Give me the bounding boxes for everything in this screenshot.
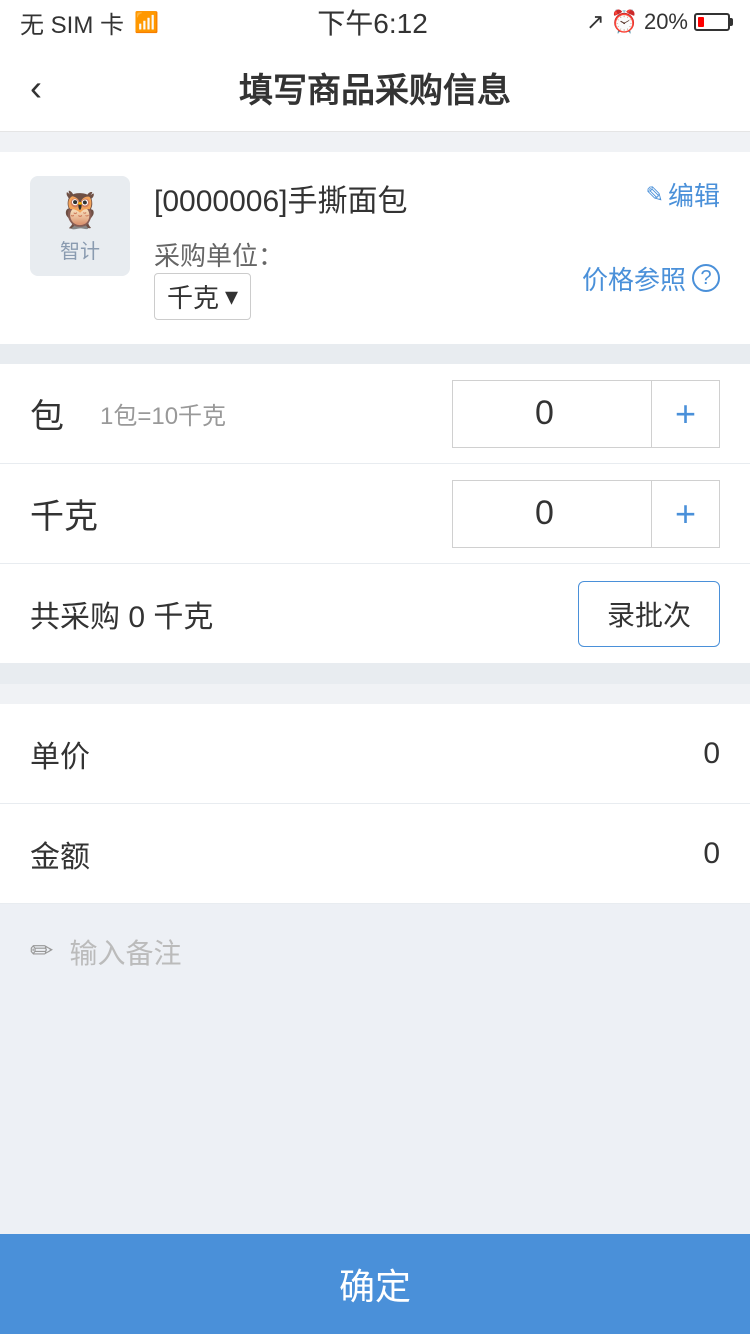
quantity-label-bag: 包 <box>30 389 90 438</box>
carrier-text: 无 SIM 卡 <box>20 5 124 40</box>
edit-button[interactable]: ✎ 编辑 <box>646 176 720 213</box>
location-icon: ↗ <box>586 9 604 35</box>
note-placeholder: 输入备注 <box>69 932 181 972</box>
quantity-label-kg: 千克 <box>30 489 98 538</box>
price-label-amount: 金额 <box>30 832 90 876</box>
product-name: [0000006]手撕面包 <box>154 176 407 220</box>
quantity-row-kg: 千克 + <box>0 464 750 564</box>
product-card: 🦉 智计 [0000006]手撕面包 ✎ 编辑 采购单位： 千克 ▾ 价格 <box>0 152 750 344</box>
confirm-label: 确定 <box>339 1258 411 1310</box>
unit-select[interactable]: 千克 ▾ <box>154 273 284 320</box>
unit-value: 千克 <box>167 278 219 315</box>
status-time: 下午6:12 <box>317 2 428 42</box>
price-ref-label: 价格参照 <box>582 260 686 297</box>
wifi-icon: 📶 <box>134 10 159 35</box>
dropdown-icon: ▾ <box>225 281 238 312</box>
price-row-unit: 单价 0 <box>0 704 750 804</box>
status-bar: 无 SIM 卡 📶 下午6:12 ↗ ⏰ 20% <box>0 0 750 44</box>
brand-text: 智计 <box>60 235 100 264</box>
status-right: ↗ ⏰ 20% <box>586 9 730 35</box>
quantity-row-bag: 包 1包=10千克 + <box>0 364 750 464</box>
quantity-sublabel-bag: 1包=10千克 <box>100 396 226 431</box>
product-logo-icon: 🦉 <box>58 189 103 231</box>
purchase-unit-label: 采购单位： 千克 ▾ <box>154 236 284 320</box>
price-row-amount: 金额 0 <box>0 804 750 904</box>
quantity-section: 包 1包=10千克 + 千克 + <box>0 364 750 564</box>
price-value-amount: 0 <box>703 837 720 871</box>
alarm-icon: ⏰ <box>611 9 638 35</box>
quantity-plus-kg[interactable]: + <box>652 480 720 548</box>
product-image: 🦉 智计 <box>30 176 130 276</box>
price-value-unit: 0 <box>703 737 720 771</box>
status-left: 无 SIM 卡 📶 <box>20 5 159 40</box>
note-section[interactable]: ✏ 输入备注 <box>0 904 750 1104</box>
unit-select-button[interactable]: 千克 ▾ <box>154 273 251 320</box>
battery-percent: 20% <box>644 9 688 35</box>
product-info: [0000006]手撕面包 ✎ 编辑 采购单位： 千克 ▾ 价格参照 ? <box>154 176 720 320</box>
back-button[interactable]: ‹ <box>20 57 52 119</box>
quantity-input-kg[interactable] <box>452 480 652 548</box>
price-label-unit: 单价 <box>30 732 90 776</box>
price-ref-help-icon: ? <box>692 264 720 292</box>
total-text: 共采购 0 千克 <box>30 592 213 636</box>
pencil-icon: ✏ <box>30 934 53 967</box>
total-row: 共采购 0 千克 录批次 <box>0 564 750 664</box>
quantity-input-group-kg: + <box>452 480 720 548</box>
product-header: [0000006]手撕面包 ✎ 编辑 <box>154 176 720 220</box>
price-ref-button[interactable]: 价格参照 ? <box>582 260 720 297</box>
quantity-plus-bag[interactable]: + <box>652 380 720 448</box>
price-section: 单价 0 金额 0 <box>0 704 750 904</box>
section-divider-1 <box>0 344 750 364</box>
battery-icon <box>694 13 730 31</box>
page-title: 填写商品采购信息 <box>239 63 511 112</box>
nav-bar: ‹ 填写商品采购信息 <box>0 44 750 132</box>
quantity-input-group-bag: + <box>452 380 720 448</box>
section-divider-2 <box>0 664 750 684</box>
batch-button[interactable]: 录批次 <box>578 581 720 647</box>
quantity-input-bag[interactable] <box>452 380 652 448</box>
confirm-button[interactable]: 确定 <box>0 1234 750 1334</box>
purchase-unit-row: 采购单位： 千克 ▾ 价格参照 ? <box>154 236 720 320</box>
edit-icon: ✎ <box>646 182 664 208</box>
edit-label: 编辑 <box>668 176 720 213</box>
